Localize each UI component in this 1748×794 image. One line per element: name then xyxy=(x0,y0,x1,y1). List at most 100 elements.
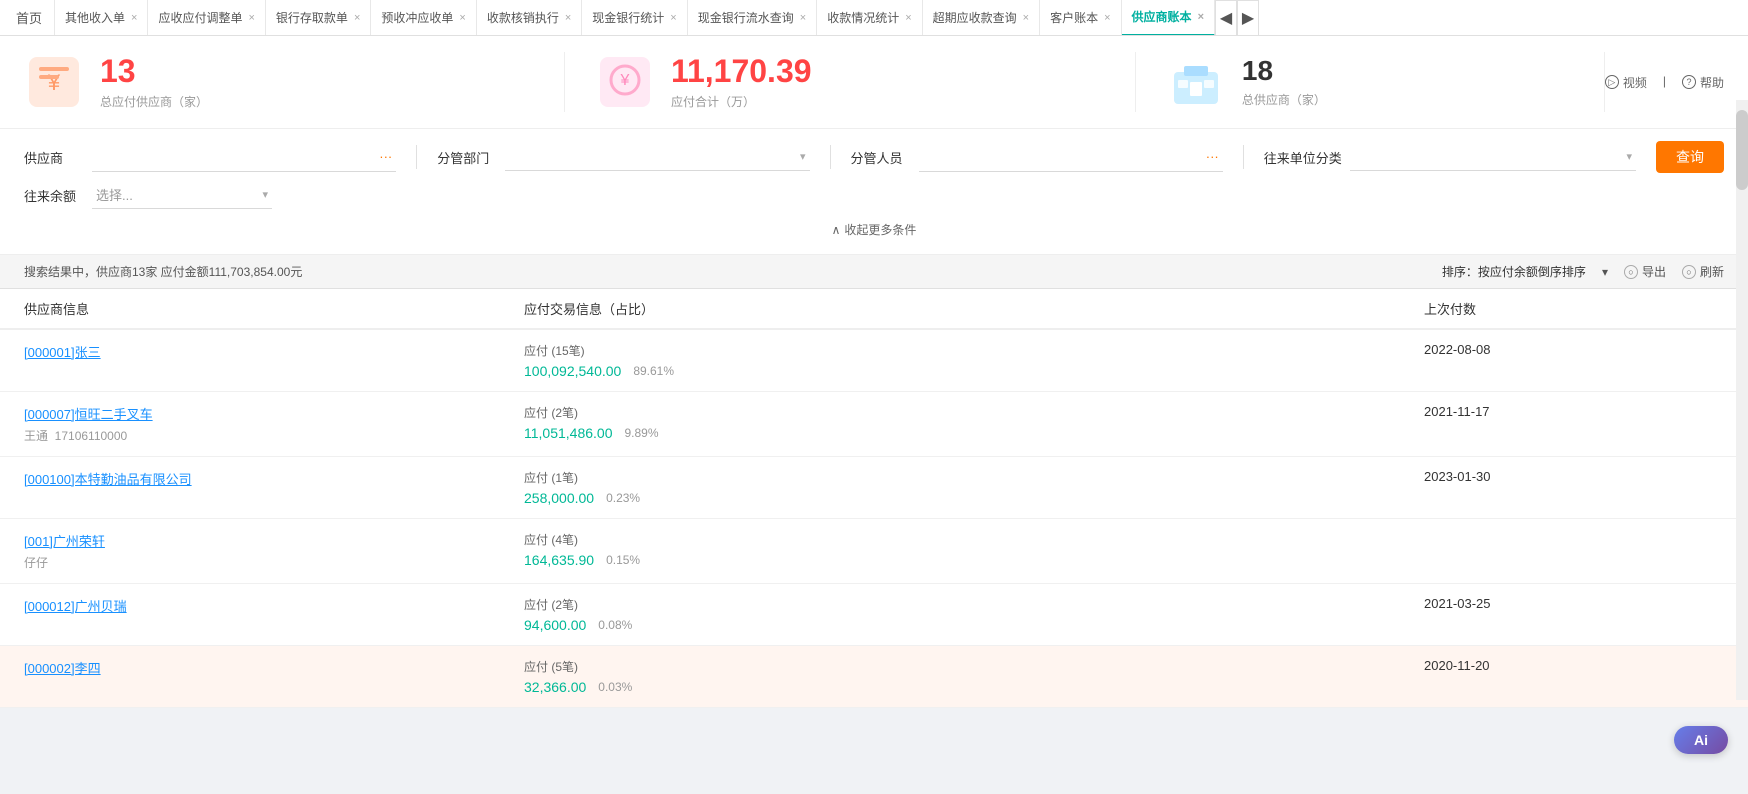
transaction-label: 应付 (2笔) xyxy=(524,404,1424,421)
close-icon[interactable]: × xyxy=(670,12,676,24)
nav-tab-overdue[interactable]: 超期应收款查询 × xyxy=(923,0,1040,36)
summary-bar: ¥ 13 总应付供应商（家） ¥ 11,170.39 应付合计（万） xyxy=(0,36,1748,129)
close-icon[interactable]: × xyxy=(800,12,806,24)
supplier-link[interactable]: [000100]本特勤油品有限公司 xyxy=(24,472,192,487)
all-supplier-number: 18 xyxy=(1242,56,1326,87)
close-icon[interactable]: × xyxy=(459,12,465,24)
export-button[interactable]: ○ 导出 xyxy=(1624,263,1666,280)
nav-tab-collection[interactable]: 收款核销执行 × xyxy=(477,0,582,36)
table-row[interactable]: [000100]本特勤油品有限公司 应付 (1笔) 258,000.00 0.2… xyxy=(0,457,1748,519)
transaction-amount: 164,635.90 xyxy=(524,552,594,568)
table-row[interactable]: [000007]恒旺二手叉车 王通 17106110000 应付 (2笔) 11… xyxy=(0,392,1748,457)
close-icon[interactable]: × xyxy=(1104,12,1110,24)
filter-supplier: 供应商 ··· xyxy=(24,143,396,172)
close-icon[interactable]: × xyxy=(248,12,254,24)
chevron-up-icon: ∧ xyxy=(832,223,841,237)
table-row[interactable]: [000002]李四 应付 (5笔) 32,366.00 0.03% 2020-… xyxy=(0,646,1748,708)
transaction-amount: 100,092,540.00 xyxy=(524,363,621,379)
collapse-label: 收起更多条件 xyxy=(844,221,916,238)
nav-tab-label: 银行存取款单 xyxy=(276,9,348,26)
top-navigation: 首页 其他收入单 × 应收应付调整单 × 银行存取款单 × 预收冲应收单 × 收… xyxy=(0,0,1748,36)
supplier-link[interactable]: [000012]广州贝瑞 xyxy=(24,599,127,614)
dept-select[interactable]: ▾ xyxy=(505,143,809,171)
close-icon[interactable]: × xyxy=(1023,12,1029,24)
table-row[interactable]: [001]广州荣轩 仔仔 应付 (4笔) 164,635.90 0.15% xyxy=(0,519,1748,584)
person-label: 分管人员 xyxy=(851,148,911,167)
nav-prev-arrow[interactable]: ◀ xyxy=(1215,0,1237,36)
supplier-label: 供应商 xyxy=(24,148,84,167)
video-link[interactable]: 视频 xyxy=(1623,74,1647,91)
supplier-dots-icon[interactable]: ··· xyxy=(375,149,396,164)
supplier-input-wrapper: ··· xyxy=(92,143,396,172)
sort-label[interactable]: 排序：按应付余额倒序排序 xyxy=(1442,263,1586,280)
nav-tab-advance[interactable]: 预收冲应收单 × xyxy=(371,0,476,36)
transaction-amount: 11,051,486.00 xyxy=(524,425,613,441)
summary-payable-total: ¥ 11,170.39 应付合计（万） xyxy=(565,52,1136,112)
nav-tab-home[interactable]: 首页 xyxy=(4,0,55,36)
supplier-link[interactable]: [000001]张三 xyxy=(24,345,101,360)
close-icon[interactable]: × xyxy=(565,12,571,24)
result-actions: 排序：按应付余额倒序排序 ▾ ○ 导出 ○ 刷新 xyxy=(1442,263,1724,280)
last-pay-date: 2023-01-30 xyxy=(1424,469,1491,484)
nav-tab-customer-ledger[interactable]: 客户账本 × xyxy=(1040,0,1121,36)
total-number: 11,170.39 xyxy=(671,54,812,89)
payable-number: 13 xyxy=(100,54,208,89)
person-input-wrapper: ··· xyxy=(919,143,1223,172)
table-row[interactable]: [000001]张三 应付 (15笔) 100,092,540.00 89.61… xyxy=(0,330,1748,392)
nav-tab-cash-bank-stats[interactable]: 现金银行统计 × xyxy=(582,0,687,36)
all-supplier-label: 总供应商（家） xyxy=(1242,91,1326,108)
nav-tab-collection-stats[interactable]: 收款情况统计 × xyxy=(817,0,922,36)
transaction-label: 应付 (2笔) xyxy=(524,596,1424,613)
transaction-label: 应付 (4笔) xyxy=(524,531,1424,548)
person-input[interactable] xyxy=(919,143,1202,171)
search-button[interactable]: 查询 xyxy=(1656,141,1724,173)
nav-next-arrow[interactable]: ▶ xyxy=(1237,0,1259,36)
nav-tab-adjustment[interactable]: 应收应付调整单 × xyxy=(148,0,265,36)
transaction-percentage: 0.08% xyxy=(598,618,632,632)
person-dots-icon[interactable]: ··· xyxy=(1202,149,1223,164)
ai-button[interactable]: Ai xyxy=(1674,726,1728,754)
col-last-pay: 上次付数 xyxy=(1424,299,1724,318)
table-row[interactable]: [000012]广州贝瑞 应付 (2笔) 94,600.00 0.08% 202… xyxy=(0,584,1748,646)
result-bar: 搜索结果中，供应商13家 应付金额111,703,854.00元 排序：按应付余… xyxy=(0,255,1748,289)
summary-text-total: 11,170.39 应付合计（万） xyxy=(671,54,812,110)
last-pay-cell: 2020-11-20 xyxy=(1424,658,1724,673)
nav-tab-bank-deposit[interactable]: 银行存取款单 × xyxy=(266,0,371,36)
category-select[interactable]: ▾ xyxy=(1350,143,1636,171)
close-icon[interactable]: × xyxy=(905,12,911,24)
nav-tab-supplier-ledger[interactable]: 供应商账本 × xyxy=(1122,0,1215,36)
close-icon[interactable]: × xyxy=(1198,11,1204,23)
help-circle-icon: ? xyxy=(1682,75,1696,89)
supplier-cell: [000002]李四 xyxy=(24,658,524,677)
transaction-cell: 应付 (2笔) 11,051,486.00 9.89% xyxy=(524,404,1424,441)
transaction-label: 应付 (5笔) xyxy=(524,658,1424,675)
filter-category: 往来单位分类 ▾ xyxy=(1264,143,1636,171)
last-pay-date: 2021-11-17 xyxy=(1424,404,1490,419)
nav-tab-cash-bank-flow[interactable]: 现金银行流水查询 × xyxy=(688,0,817,36)
supplier-link[interactable]: [000007]恒旺二手叉车 xyxy=(24,407,153,422)
help-link[interactable]: 帮助 xyxy=(1700,74,1724,91)
supplier-link[interactable]: [000002]李四 xyxy=(24,661,101,676)
col-transaction-info: 应付交易信息（占比） xyxy=(524,299,1424,318)
video-circle-icon: ▷ xyxy=(1605,75,1619,89)
transaction-percentage: 0.23% xyxy=(606,491,640,505)
close-icon[interactable]: × xyxy=(354,12,360,24)
refresh-button[interactable]: ○ 刷新 xyxy=(1682,263,1724,280)
scrollbar[interactable] xyxy=(1736,100,1748,700)
supplier-input[interactable] xyxy=(92,143,375,171)
supplier-cell: [001]广州荣轩 仔仔 xyxy=(24,531,524,571)
nav-tab-label: 现金银行统计 xyxy=(592,9,664,26)
collapse-button[interactable]: ∧ 收起更多条件 xyxy=(832,217,917,242)
payable-icon: ¥ xyxy=(24,52,84,112)
balance-select[interactable]: 选择... ▾ xyxy=(92,181,272,209)
scrollbar-thumb[interactable] xyxy=(1736,110,1748,190)
close-icon[interactable]: × xyxy=(131,12,137,24)
filter-dept: 分管部门 ▾ xyxy=(437,143,809,171)
balance-label: 往来余额 xyxy=(24,186,84,205)
supplier-icon xyxy=(1166,52,1226,112)
summary-links: ▷ 视频 | ? 帮助 xyxy=(1605,74,1724,91)
transaction-percentage: 0.03% xyxy=(598,680,632,694)
transaction-amount: 258,000.00 xyxy=(524,490,594,506)
nav-tab-other-income[interactable]: 其他收入单 × xyxy=(55,0,148,36)
supplier-link[interactable]: [001]广州荣轩 xyxy=(24,534,105,549)
